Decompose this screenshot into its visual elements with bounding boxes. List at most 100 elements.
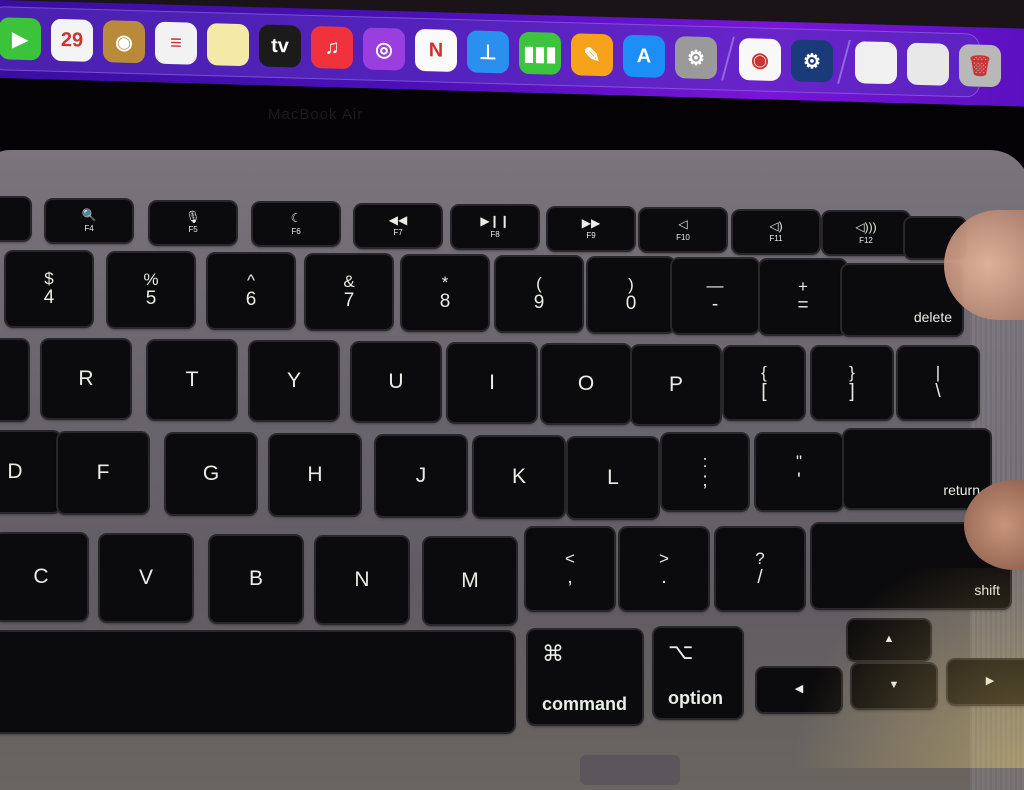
play-pause-icon: ▶❙❙ bbox=[480, 214, 510, 228]
key-bottom-symbol: ] bbox=[849, 380, 855, 402]
key-bottom-symbol: - bbox=[711, 293, 719, 315]
key-bottom-symbol: ' bbox=[797, 469, 801, 491]
key-7[interactable]: & 7 bbox=[306, 255, 392, 329]
key-bottom-symbol: / bbox=[757, 566, 763, 588]
search-icon: 🔍 bbox=[81, 208, 97, 222]
key-b[interactable]: B bbox=[210, 536, 302, 622]
key-letter: T bbox=[185, 367, 199, 391]
volume-up-icon: ◁))) bbox=[855, 220, 877, 234]
key--[interactable]: — - bbox=[672, 259, 758, 333]
tv-icon[interactable]: tv bbox=[259, 24, 301, 68]
app-glyph: ▶ bbox=[12, 28, 28, 51]
key-d[interactable]: D bbox=[0, 432, 60, 512]
key-f7[interactable]: ◀◀ F7 bbox=[355, 204, 441, 247]
key-o[interactable]: O bbox=[542, 345, 630, 423]
key-letter: P bbox=[668, 372, 683, 396]
key-h[interactable]: H bbox=[270, 435, 360, 515]
key-f10[interactable]: ◁ F10 bbox=[640, 209, 726, 251]
key-p[interactable]: P bbox=[632, 346, 720, 424]
key-symbol[interactable]: " ' bbox=[756, 434, 842, 510]
key-t[interactable]: T bbox=[148, 341, 236, 419]
facetime-icon[interactable]: ▶ bbox=[0, 17, 41, 61]
key-y[interactable]: Y bbox=[250, 342, 338, 420]
key-f3[interactable] bbox=[0, 198, 30, 240]
return-key[interactable]: return bbox=[844, 430, 990, 508]
key-l[interactable]: L bbox=[568, 438, 658, 518]
moon-icon: ☾ bbox=[290, 211, 302, 225]
trash-icon[interactable]: 🗑 bbox=[959, 44, 1001, 88]
app-glyph: 🗑 bbox=[967, 54, 993, 78]
app-glyph: ◎ bbox=[375, 38, 393, 61]
key-6[interactable]: ^ 6 bbox=[208, 254, 294, 328]
key-letter: V bbox=[138, 565, 153, 589]
key-bottom-symbol: 4 bbox=[43, 286, 55, 308]
key-v[interactable]: V bbox=[100, 535, 192, 621]
option-icon: ⌥ bbox=[668, 639, 694, 664]
key-u[interactable]: U bbox=[352, 343, 440, 421]
key-symbol[interactable]: <, bbox=[526, 528, 614, 610]
key-top-symbol: ^ bbox=[247, 271, 255, 291]
key-symbol[interactable]: {[ bbox=[724, 347, 804, 419]
key-f8[interactable]: ▶❙❙ F8 bbox=[452, 206, 538, 248]
key-bottom-symbol: , bbox=[567, 566, 573, 588]
document-icon[interactable] bbox=[855, 41, 897, 85]
option-key[interactable]: ⌥ option bbox=[654, 628, 742, 718]
reminders-icon[interactable]: ≡ bbox=[155, 21, 197, 65]
key-4[interactable]: $4 bbox=[6, 252, 92, 326]
numbers-icon[interactable]: ▮▮▮ bbox=[519, 31, 561, 75]
space-bar[interactable] bbox=[0, 632, 514, 732]
key-f9[interactable]: ▶▶ F9 bbox=[548, 207, 634, 250]
key-9[interactable]: (9 bbox=[496, 257, 582, 331]
key-r[interactable]: R bbox=[42, 340, 130, 418]
fn-label: F4 bbox=[84, 223, 94, 233]
key-e[interactable] bbox=[0, 340, 28, 420]
key-g[interactable]: G bbox=[166, 434, 256, 514]
key-f5[interactable]: 🎙 F5 bbox=[150, 201, 236, 244]
key-5[interactable]: % 5 bbox=[108, 253, 194, 327]
app-store-icon[interactable]: A bbox=[623, 34, 665, 78]
key-f12[interactable]: ◁))) F12 bbox=[823, 212, 909, 254]
key-bottom-symbol: . bbox=[661, 566, 667, 588]
key-n[interactable]: N bbox=[316, 537, 408, 623]
trackpad[interactable] bbox=[580, 755, 680, 785]
steam-icon[interactable]: ⚙ bbox=[791, 39, 833, 83]
key-k[interactable]: K bbox=[474, 437, 564, 517]
key-f11[interactable]: ◁) F11 bbox=[733, 210, 819, 253]
key-symbol[interactable]: | \ bbox=[898, 347, 978, 419]
chrome-icon[interactable]: ◉ bbox=[739, 37, 781, 82]
key-letter: U bbox=[388, 369, 404, 393]
notes-icon[interactable] bbox=[207, 23, 249, 67]
screenshot-icon[interactable] bbox=[907, 42, 949, 86]
key-=[interactable]: + = bbox=[760, 260, 846, 334]
key-0[interactable]: ) 0 bbox=[588, 258, 674, 332]
music-icon[interactable]: ♫ bbox=[311, 25, 353, 70]
news-icon[interactable]: N bbox=[415, 28, 457, 73]
contacts-icon[interactable]: ◉ bbox=[103, 20, 145, 64]
app-glyph: ♫ bbox=[324, 35, 340, 59]
key-f6[interactable]: ☾ F6 bbox=[253, 203, 339, 245]
dock-separator bbox=[721, 36, 735, 81]
key-i[interactable]: I bbox=[448, 344, 536, 422]
key-letter: C bbox=[33, 564, 49, 588]
app-glyph: tv bbox=[271, 34, 289, 57]
key-j[interactable]: J bbox=[376, 436, 466, 516]
key-m[interactable]: M bbox=[424, 538, 516, 624]
delete-key[interactable]: delete bbox=[842, 265, 962, 335]
key-symbol[interactable]: >. bbox=[620, 528, 708, 610]
keynote-icon[interactable]: ⊥ bbox=[467, 30, 509, 74]
fn-label: F11 bbox=[769, 234, 783, 244]
podcasts-icon[interactable]: ◎ bbox=[363, 27, 405, 71]
key-f4[interactable]: 🔍 F4 bbox=[46, 200, 132, 242]
key-f[interactable]: F bbox=[58, 433, 148, 513]
key-symbol[interactable]: }] bbox=[812, 347, 892, 419]
pages-icon[interactable]: ✎ bbox=[571, 33, 613, 77]
brand-label: MacBook Air bbox=[268, 106, 364, 123]
app-glyph: ⚙ bbox=[803, 50, 821, 73]
key-8[interactable]: * 8 bbox=[402, 256, 488, 330]
command-key[interactable]: ⌘ command bbox=[528, 630, 642, 724]
calendar-icon[interactable]: 29 bbox=[51, 18, 93, 62]
key-symbol[interactable]: :; bbox=[662, 434, 748, 510]
key-c[interactable]: C bbox=[0, 534, 87, 620]
settings-icon[interactable]: ⚙ bbox=[675, 36, 717, 80]
key-bottom-symbol: [ bbox=[761, 380, 767, 402]
